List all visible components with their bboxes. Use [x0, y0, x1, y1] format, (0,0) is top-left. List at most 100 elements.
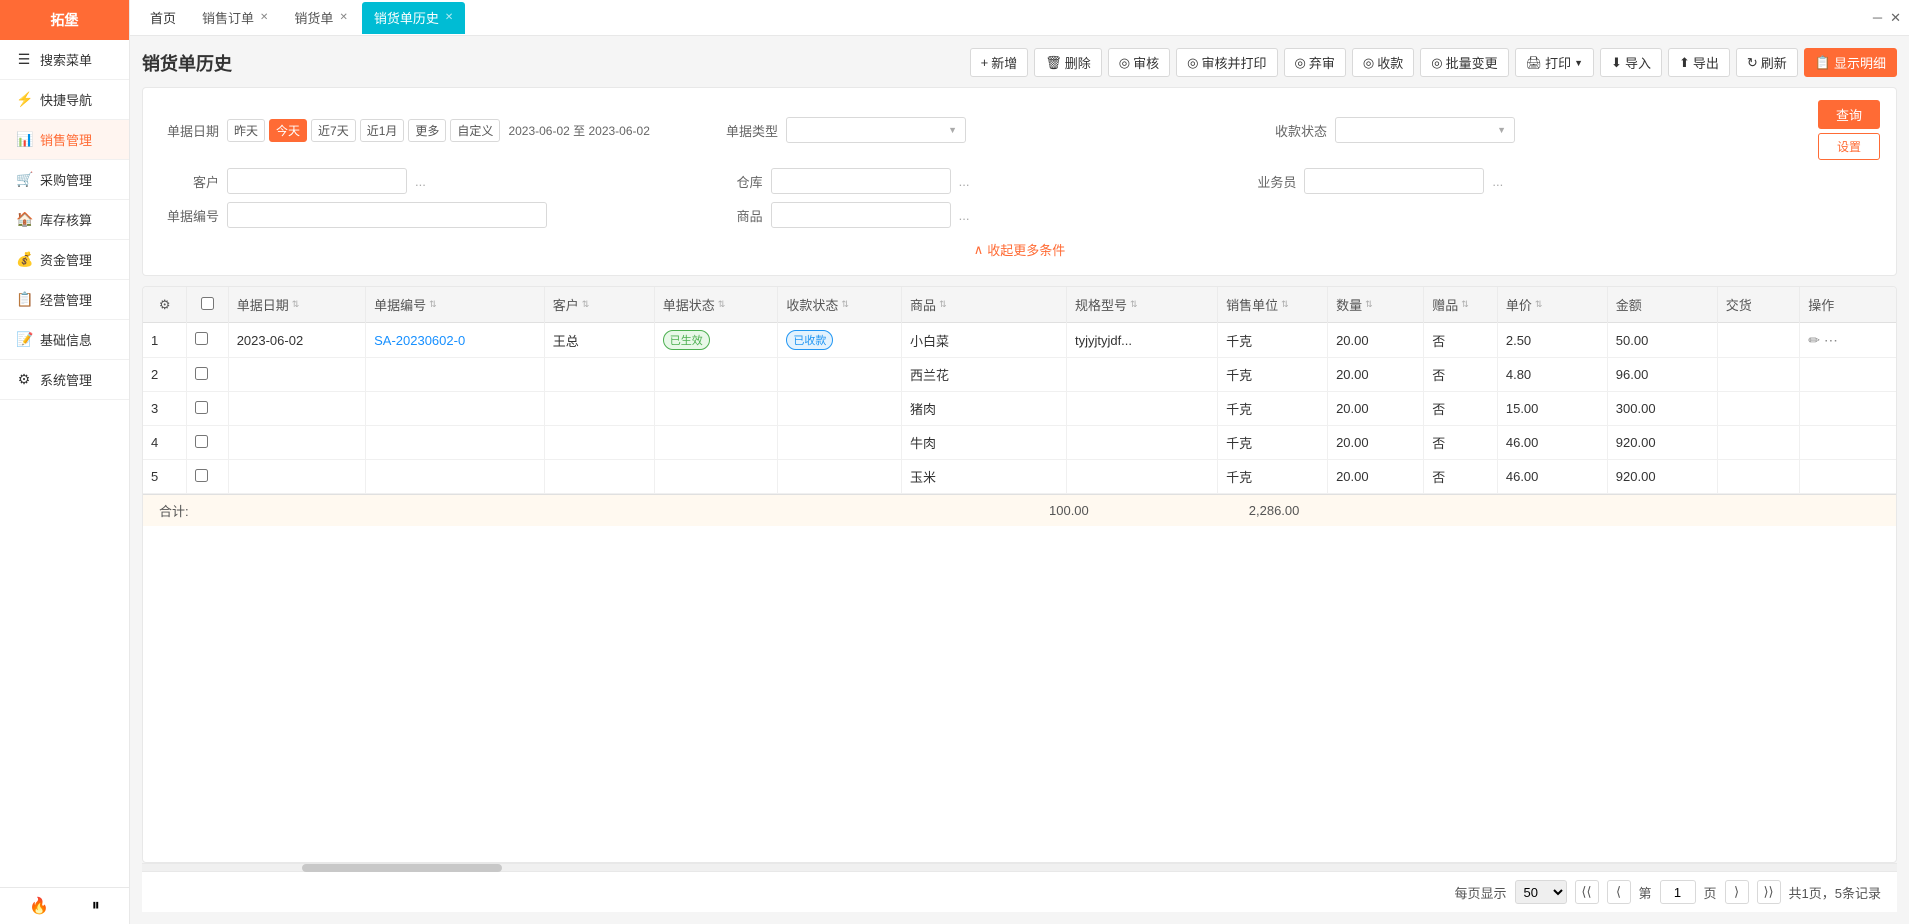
cell-action[interactable]	[1800, 460, 1896, 494]
th-no[interactable]: 单据编号 ⇅	[366, 287, 545, 323]
doc-type-select[interactable]: ▼	[786, 117, 966, 143]
batch-change-button[interactable]: ◎ 批量变更	[1420, 48, 1508, 77]
cell-action[interactable]	[1800, 392, 1896, 426]
row-checkbox[interactable]	[187, 460, 228, 494]
audit-button[interactable]: ◎ 审核	[1108, 48, 1170, 77]
date-btn-custom[interactable]: 自定义	[450, 119, 500, 142]
date-btn-yesterday[interactable]: 昨天	[227, 119, 265, 142]
salesperson-more-icon[interactable]: ...	[1492, 174, 1503, 189]
th-date[interactable]: 单据日期 ⇅	[228, 287, 365, 323]
tab-sales-delivery-close[interactable]: ✕	[339, 12, 347, 23]
row-checkbox-input[interactable]	[195, 332, 208, 345]
last-page-button[interactable]: ⟩⟩	[1757, 880, 1781, 904]
discard-button[interactable]: ◎ 弃审	[1284, 48, 1346, 77]
date-btn-1month[interactable]: 近1月	[360, 119, 405, 142]
tab-sales-delivery[interactable]: 销货单 ✕	[282, 2, 359, 34]
add-button[interactable]: + 新增	[970, 48, 1029, 77]
th-check[interactable]	[187, 287, 228, 323]
th-gift[interactable]: 赠品 ⇅	[1424, 287, 1498, 323]
th-gear[interactable]: ⚙	[143, 287, 187, 323]
first-page-button[interactable]: ⟨⟨	[1575, 880, 1599, 904]
cell-no[interactable]	[366, 392, 545, 426]
th-customer[interactable]: 客户 ⇅	[544, 287, 654, 323]
window-close-icon[interactable]: ✕	[1890, 10, 1901, 26]
sidebar-item-basic-info[interactable]: 📝 基础信息	[0, 320, 129, 360]
tab-sales-history[interactable]: 销货单历史 ✕	[362, 2, 465, 34]
customer-more-icon[interactable]: ...	[415, 174, 426, 189]
tab-sales-history-close[interactable]: ✕	[445, 12, 453, 23]
goods-more-icon[interactable]: ...	[959, 208, 970, 223]
sidebar-item-inventory-calc[interactable]: 🏠 库存核算	[0, 200, 129, 240]
tab-sales-order-close[interactable]: ✕	[260, 12, 268, 23]
cell-no[interactable]	[366, 358, 545, 392]
pay-status-select[interactable]: ▼	[1335, 117, 1515, 143]
current-page-input[interactable]	[1660, 880, 1696, 904]
sidebar-item-quick-nav[interactable]: ⚡ 快捷导航	[0, 80, 129, 120]
query-button[interactable]: 查询	[1818, 100, 1880, 129]
th-pay-status[interactable]: 收款状态 ⇅	[778, 287, 902, 323]
tab-sales-order[interactable]: 销售订单 ✕	[190, 2, 280, 34]
row-checkbox[interactable]	[187, 358, 228, 392]
show-detail-button[interactable]: 📋 显示明细	[1804, 48, 1897, 77]
cell-pay-status	[778, 392, 902, 426]
row-checkbox[interactable]	[187, 323, 228, 358]
horizontal-scrollbar[interactable]	[142, 863, 1897, 871]
th-spec[interactable]: 规格型号 ⇅	[1066, 287, 1217, 323]
th-goods[interactable]: 商品 ⇅	[902, 287, 1067, 323]
row-checkbox-input[interactable]	[195, 469, 208, 482]
refresh-button[interactable]: ↻ 刷新	[1736, 48, 1798, 77]
date-btn-7days[interactable]: 近7天	[311, 119, 356, 142]
cell-no[interactable]	[366, 460, 545, 494]
doc-no-input[interactable]	[227, 202, 547, 228]
prev-page-button[interactable]: ⟨	[1607, 880, 1631, 904]
row-checkbox[interactable]	[187, 392, 228, 426]
select-all-checkbox[interactable]	[201, 297, 214, 310]
th-price[interactable]: 单价 ⇅	[1497, 287, 1607, 323]
collect-icon: ◎	[1363, 55, 1374, 71]
goods-input[interactable]	[771, 202, 951, 228]
page-size-select[interactable]: 20 50 100 200	[1515, 880, 1567, 904]
warehouse-input[interactable]	[771, 168, 951, 194]
collapse-filter-button[interactable]: ∧ 收起更多条件	[159, 236, 1880, 263]
sidebar-item-system-mgmt[interactable]: ⚙ 系统管理	[0, 360, 129, 400]
row-checkbox-input[interactable]	[195, 435, 208, 448]
cell-action[interactable]	[1800, 426, 1896, 460]
customer-input[interactable]	[227, 168, 407, 194]
pause-icon[interactable]: ⏸	[92, 897, 100, 915]
sidebar-item-ops-mgmt[interactable]: 📋 经营管理	[0, 280, 129, 320]
fire-icon[interactable]: 🔥	[29, 896, 49, 916]
next-page-button[interactable]: ⟩	[1725, 880, 1749, 904]
settings-button[interactable]: 设置	[1818, 133, 1880, 160]
cell-no[interactable]: SA-20230602-0	[366, 323, 545, 358]
date-btn-today[interactable]: 今天	[269, 119, 307, 142]
doc-no-link[interactable]: SA-20230602-0	[374, 333, 465, 348]
scroll-thumb[interactable]	[302, 864, 502, 872]
date-btn-more[interactable]: 更多	[408, 119, 446, 142]
window-minimize-icon[interactable]: ─	[1873, 10, 1882, 25]
sidebar-item-search-menu[interactable]: ☰ 搜索菜单	[0, 40, 129, 80]
th-sales-unit[interactable]: 销售单位 ⇅	[1218, 287, 1328, 323]
cell-action[interactable]	[1800, 358, 1896, 392]
qty-sort-icon: ⇅	[1365, 299, 1373, 310]
print-button[interactable]: 🖨 打印 ▼	[1515, 48, 1594, 77]
collect-button[interactable]: ◎ 收款	[1352, 48, 1414, 77]
sidebar-item-sales-mgmt[interactable]: 📊 销售管理	[0, 120, 129, 160]
import-button[interactable]: ⬇ 导入	[1600, 48, 1662, 77]
warehouse-more-icon[interactable]: ...	[959, 174, 970, 189]
tab-home[interactable]: 首页	[138, 2, 188, 34]
th-doc-status[interactable]: 单据状态 ⇅	[654, 287, 778, 323]
row-checkbox-input[interactable]	[195, 367, 208, 380]
row-checkbox-input[interactable]	[195, 401, 208, 414]
th-qty[interactable]: 数量 ⇅	[1328, 287, 1424, 323]
row-checkbox[interactable]	[187, 426, 228, 460]
export-button[interactable]: ⬆ 导出	[1668, 48, 1730, 77]
sidebar-item-purchase-mgmt[interactable]: 🛒 采购管理	[0, 160, 129, 200]
delete-button[interactable]: 🗑 删除	[1034, 48, 1102, 77]
cell-no[interactable]	[366, 426, 545, 460]
audit-print-button[interactable]: ◎ 审核并打印	[1176, 48, 1277, 77]
cell-action[interactable]: ✏⋯	[1800, 323, 1896, 358]
more-actions-icon[interactable]: ⋯	[1824, 332, 1838, 349]
edit-icon[interactable]: ✏	[1808, 332, 1820, 349]
salesperson-input[interactable]	[1304, 168, 1484, 194]
sidebar-item-fund-mgmt[interactable]: 💰 资金管理	[0, 240, 129, 280]
